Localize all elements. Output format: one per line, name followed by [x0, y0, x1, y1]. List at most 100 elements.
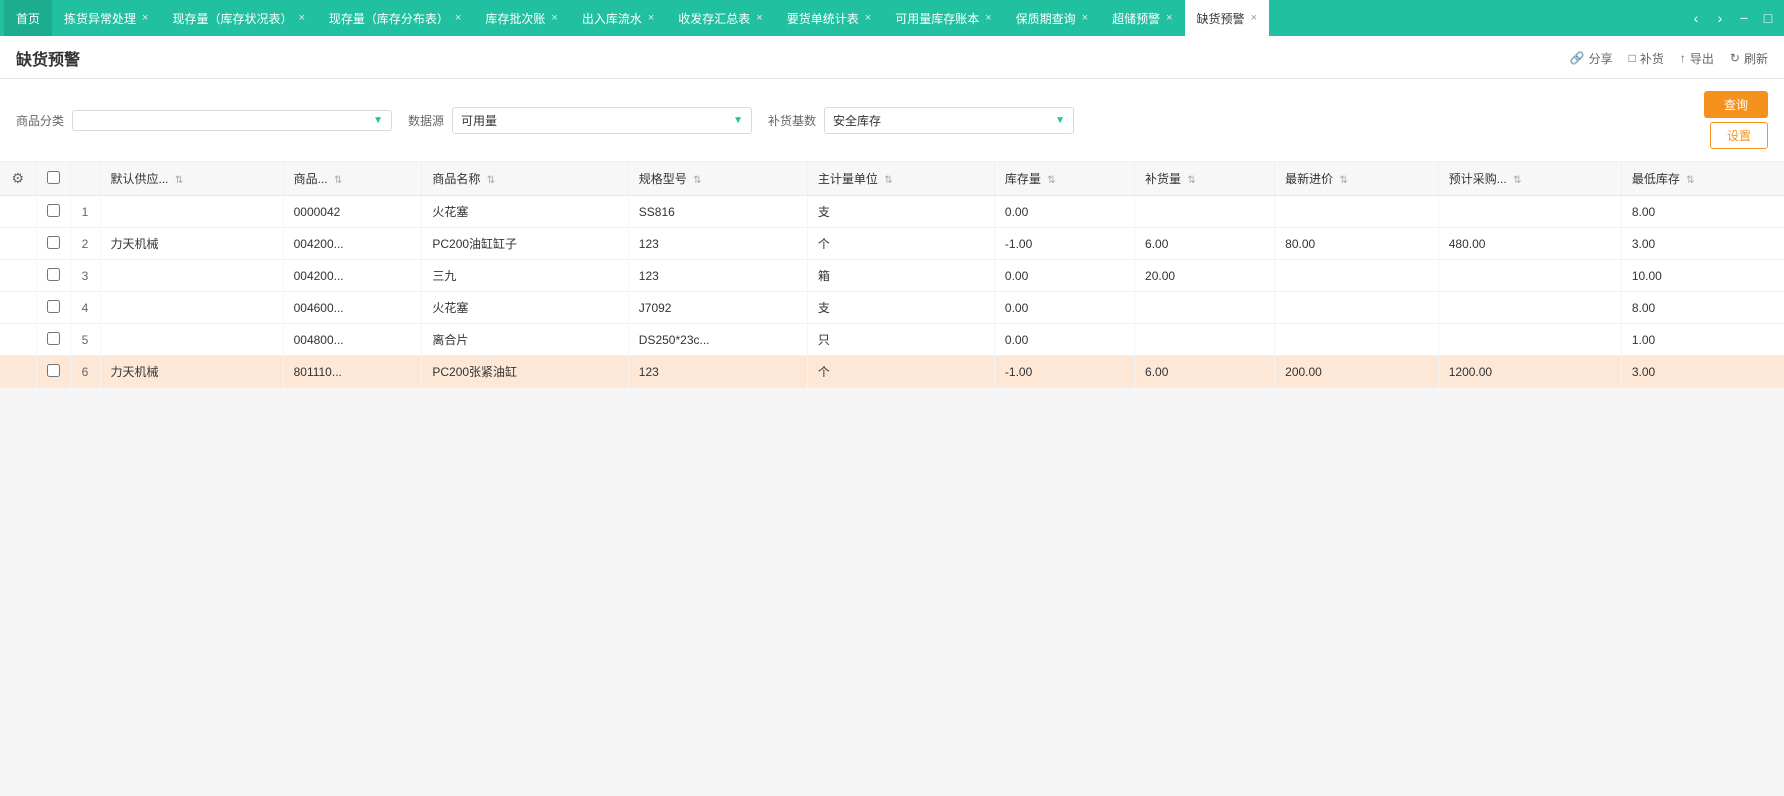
- share-icon: 🔗: [1570, 51, 1585, 65]
- datasource-select[interactable]: 可用量 ▼: [452, 107, 752, 134]
- row-product-code-2: 004200...: [283, 260, 422, 292]
- tab-order-stats[interactable]: 要货单统计表 ×: [775, 0, 883, 36]
- category-select[interactable]: ▼: [72, 110, 392, 131]
- row-latest-price-5: 200.00: [1275, 356, 1439, 388]
- tab-inout-flow[interactable]: 出入库流水 ×: [570, 0, 666, 36]
- row-replenish-qty-3: [1135, 292, 1275, 324]
- tab-close-receive-summary[interactable]: ×: [756, 12, 762, 24]
- row-spec-5: 123: [628, 356, 807, 388]
- th-checkbox[interactable]: [36, 162, 70, 196]
- filter-group-datasource: 数据源 可用量 ▼: [408, 107, 752, 134]
- tab-close-available-ledger[interactable]: ×: [985, 12, 991, 24]
- tab-stock-dist[interactable]: 现存量（库存分布表） ×: [317, 0, 473, 36]
- th-gear[interactable]: ⚙: [0, 162, 36, 196]
- th-product-name[interactable]: 商品名称 ⇅: [422, 162, 628, 196]
- tab-close-overstock[interactable]: ×: [1166, 12, 1172, 24]
- select-all-checkbox[interactable]: [47, 171, 60, 184]
- row-product-code-5: 801110...: [283, 356, 422, 388]
- table-row[interactable]: 4 004600... 火花塞 J7092 支 0.00 8.00: [0, 292, 1784, 324]
- tab-receive-summary[interactable]: 收发存汇总表 ×: [666, 0, 774, 36]
- tab-close-stock-status[interactable]: ×: [298, 12, 304, 24]
- datasource-label: 数据源: [408, 112, 444, 129]
- tab-maximize[interactable]: □: [1756, 6, 1780, 30]
- row-checkbox-2[interactable]: [47, 268, 60, 281]
- gear-icon[interactable]: ⚙: [11, 170, 24, 187]
- tab-expiry[interactable]: 保质期查询 ×: [1004, 0, 1100, 36]
- row-min-stock-4: 1.00: [1621, 324, 1784, 356]
- row-checkbox-cell-5[interactable]: [36, 356, 70, 388]
- share-action[interactable]: 🔗 分享: [1570, 50, 1613, 67]
- th-latest-price[interactable]: 最新进价 ⇅: [1275, 162, 1439, 196]
- query-button[interactable]: 查询: [1704, 91, 1768, 118]
- row-checkbox-1[interactable]: [47, 236, 60, 249]
- row-checkbox-3[interactable]: [47, 300, 60, 313]
- row-checkbox-cell-0[interactable]: [36, 196, 70, 228]
- replenish-base-select[interactable]: 安全库存 ▼: [824, 107, 1074, 134]
- row-product-name-4: 离合片: [422, 324, 628, 356]
- row-checkbox-cell-1[interactable]: [36, 228, 70, 260]
- refresh-action[interactable]: ↻ 刷新: [1730, 50, 1768, 67]
- tab-close-batch[interactable]: ×: [551, 12, 557, 24]
- row-product-code-3: 004600...: [283, 292, 422, 324]
- refresh-icon: ↻: [1730, 51, 1740, 65]
- tab-minimize[interactable]: −: [1732, 6, 1756, 30]
- sort-icon-product-name: ⇅: [487, 175, 495, 186]
- table-row[interactable]: 1 0000042 火花塞 SS816 支 0.00 8.00: [0, 196, 1784, 228]
- row-checkbox-cell-4[interactable]: [36, 324, 70, 356]
- tab-close-expiry[interactable]: ×: [1082, 12, 1088, 24]
- row-replenish-qty-5: 6.00: [1135, 356, 1275, 388]
- header-actions: 🔗 分享 □ 补货 ↑ 导出 ↻ 刷新: [1570, 50, 1768, 67]
- tab-stock-status[interactable]: 现存量（库存状况表） ×: [160, 0, 316, 36]
- tab-close-exception[interactable]: ×: [142, 12, 148, 24]
- tab-scroll-left[interactable]: ‹: [1684, 6, 1708, 30]
- row-gear-4: [0, 324, 36, 356]
- export-action[interactable]: ↑ 导出: [1680, 50, 1714, 67]
- row-checkbox-cell-3[interactable]: [36, 292, 70, 324]
- table-row[interactable]: 2 力天机械 004200... PC200油缸缸子 123 个 -1.00 6…: [0, 228, 1784, 260]
- table-row[interactable]: 6 力天机械 801110... PC200张紧油缸 123 个 -1.00 6…: [0, 356, 1784, 388]
- table-row[interactable]: 3 004200... 三九 123 箱 0.00 20.00 10.00: [0, 260, 1784, 292]
- row-seq-5: 6: [70, 356, 100, 388]
- sort-icon-unit: ⇅: [884, 175, 892, 186]
- row-min-stock-3: 8.00: [1621, 292, 1784, 324]
- th-default-supplier[interactable]: 默认供应... ⇅: [100, 162, 283, 196]
- tab-close-shortage[interactable]: ×: [1251, 12, 1257, 24]
- row-checkbox-4[interactable]: [47, 332, 60, 345]
- row-est-purchase-0: [1438, 196, 1621, 228]
- tab-batch[interactable]: 库存批次账 ×: [473, 0, 569, 36]
- tab-close-order-stats[interactable]: ×: [865, 12, 871, 24]
- settings-button[interactable]: 设置: [1710, 122, 1768, 149]
- row-checkbox-cell-2[interactable]: [36, 260, 70, 292]
- row-checkbox-0[interactable]: [47, 204, 60, 217]
- th-seq: [70, 162, 100, 196]
- th-stock-qty[interactable]: 库存量 ⇅: [994, 162, 1134, 196]
- th-replenish-qty[interactable]: 补货量 ⇅: [1135, 162, 1275, 196]
- row-min-stock-5: 3.00: [1621, 356, 1784, 388]
- page-title: 缺货预警: [16, 46, 1570, 70]
- tab-shortage[interactable]: 缺货预警 ×: [1185, 0, 1269, 36]
- th-est-purchase[interactable]: 预计采购... ⇅: [1438, 162, 1621, 196]
- row-stock-qty-2: 0.00: [994, 260, 1134, 292]
- tab-home[interactable]: 首页: [4, 0, 52, 36]
- tab-exception[interactable]: 拣货异常处理 ×: [52, 0, 160, 36]
- filter-group-category: 商品分类 ▼: [16, 110, 392, 131]
- th-product-code[interactable]: 商品... ⇅: [283, 162, 422, 196]
- datasource-chevron-icon: ▼: [733, 115, 743, 126]
- row-unit-5: 个: [807, 356, 994, 388]
- th-spec[interactable]: 规格型号 ⇅: [628, 162, 807, 196]
- table-row[interactable]: 5 004800... 离合片 DS250*23c... 只 0.00 1.00: [0, 324, 1784, 356]
- filter-group-replenish-base: 补货基数 安全库存 ▼: [768, 107, 1074, 134]
- row-spec-1: 123: [628, 228, 807, 260]
- tab-available-ledger[interactable]: 可用量库存账本 ×: [883, 0, 1003, 36]
- replenish-action[interactable]: □ 补货: [1629, 50, 1664, 67]
- category-chevron-icon: ▼: [373, 115, 383, 126]
- tab-close-inout-flow[interactable]: ×: [648, 12, 654, 24]
- row-replenish-qty-1: 6.00: [1135, 228, 1275, 260]
- row-checkbox-5[interactable]: [47, 364, 60, 377]
- th-unit[interactable]: 主计量单位 ⇅: [807, 162, 994, 196]
- tab-scroll-right[interactable]: ›: [1708, 6, 1732, 30]
- row-latest-price-4: [1275, 324, 1439, 356]
- tab-overstock[interactable]: 超储预警 ×: [1100, 0, 1184, 36]
- th-min-stock[interactable]: 最低库存 ⇅: [1621, 162, 1784, 196]
- tab-close-stock-dist[interactable]: ×: [455, 12, 461, 24]
